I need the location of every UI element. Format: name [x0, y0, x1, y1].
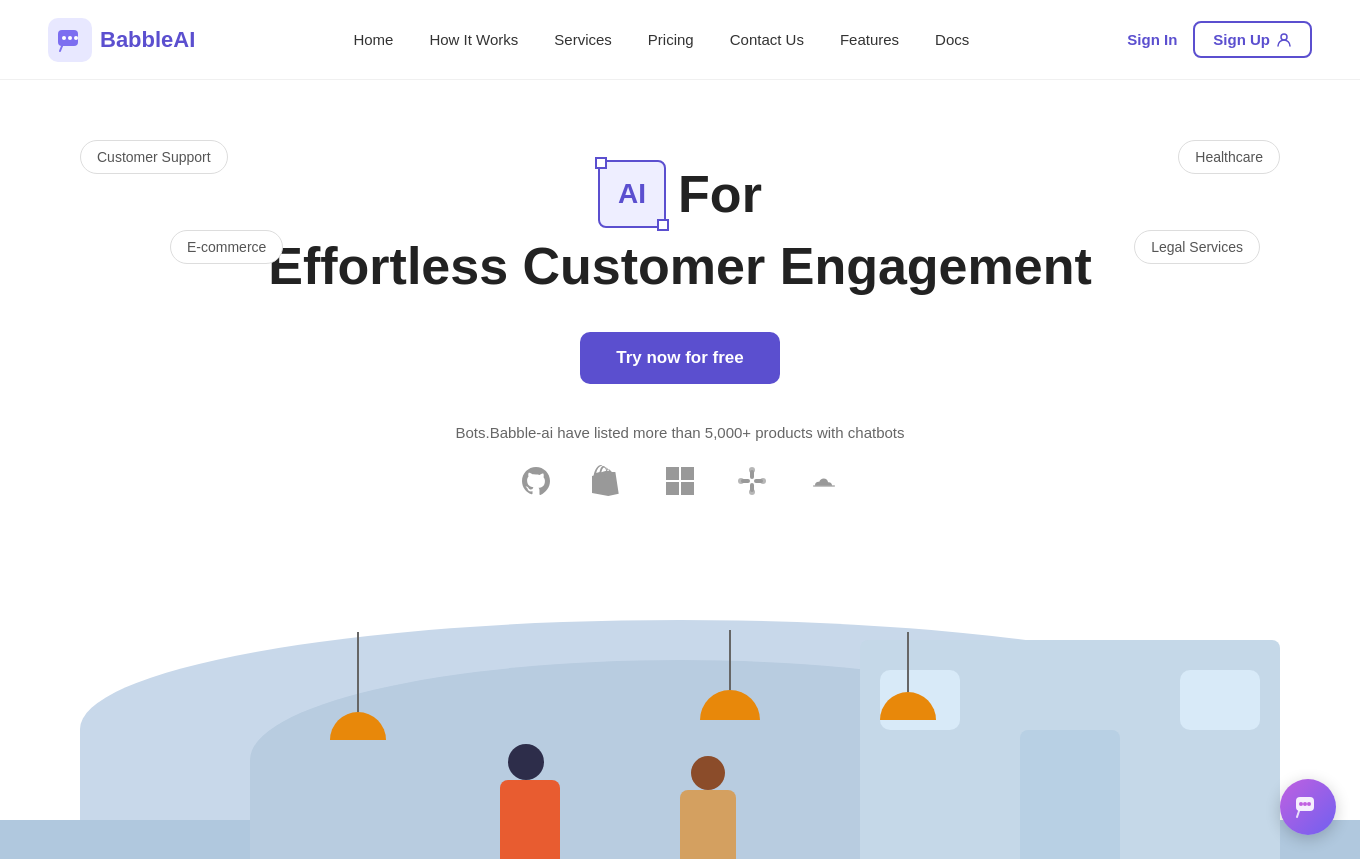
chatbot-fab[interactable] — [1280, 779, 1336, 835]
svg-point-17 — [749, 467, 755, 473]
hero-heading: AI For — [48, 160, 1312, 228]
door-arch — [1020, 730, 1120, 859]
svg-point-2 — [68, 36, 72, 40]
tag-legal-services[interactable]: Legal Services — [1134, 230, 1260, 264]
person-1-head — [508, 744, 544, 780]
person-2-head — [691, 756, 725, 790]
nav-services[interactable]: Services — [554, 31, 612, 48]
cta-button[interactable]: Try now for free — [580, 332, 780, 384]
window-2 — [1180, 670, 1260, 730]
svg-point-4 — [1281, 34, 1287, 40]
logo-text: BabbleAI — [100, 27, 195, 53]
illustration-section — [0, 580, 1360, 859]
svg-rect-10 — [681, 482, 694, 495]
wire-2 — [729, 630, 731, 690]
shade-2 — [700, 690, 760, 720]
cloudflare-logo — [808, 465, 840, 504]
svg-rect-9 — [666, 482, 679, 495]
svg-rect-8 — [681, 467, 694, 480]
pendant-3 — [880, 632, 936, 720]
shopify-logo — [592, 465, 624, 504]
partner-logos — [48, 465, 1312, 504]
sign-in-button[interactable]: Sign In — [1127, 31, 1177, 48]
shade-1 — [330, 712, 386, 740]
hero-section: Customer Support E-commerce Healthcare L… — [0, 80, 1360, 600]
microsoft-logo — [664, 465, 696, 504]
wire-1 — [357, 632, 359, 712]
nav-how-it-works[interactable]: How It Works — [429, 31, 518, 48]
svg-point-3 — [74, 36, 78, 40]
logo[interactable]: BabbleAI — [48, 18, 195, 62]
for-text: For — [678, 164, 762, 224]
pendant-2 — [700, 630, 760, 720]
tag-customer-support[interactable]: Customer Support — [80, 140, 228, 174]
person-2 — [680, 756, 736, 859]
user-icon — [1276, 32, 1292, 48]
svg-point-1 — [62, 36, 66, 40]
svg-point-20 — [1299, 802, 1303, 806]
svg-point-15 — [738, 478, 744, 484]
logo-icon — [48, 18, 92, 62]
github-logo — [520, 465, 552, 504]
nav-docs[interactable]: Docs — [935, 31, 969, 48]
person-2-body — [680, 790, 736, 859]
person-1-body — [500, 780, 560, 859]
nav-features[interactable]: Features — [840, 31, 899, 48]
navbar: BabbleAI Home How It Works Services Pric… — [0, 0, 1360, 80]
nav-home[interactable]: Home — [353, 31, 393, 48]
svg-rect-5 — [600, 477, 616, 491]
svg-point-21 — [1303, 802, 1307, 806]
svg-rect-6 — [604, 474, 612, 478]
person-1 — [500, 744, 560, 859]
partner-text: Bots.Babble-ai have listed more than 5,0… — [48, 424, 1312, 441]
svg-point-18 — [749, 489, 755, 495]
svg-point-16 — [760, 478, 766, 484]
sign-up-button[interactable]: Sign Up — [1193, 21, 1312, 58]
wire-3 — [907, 632, 909, 692]
slack-logo — [736, 465, 768, 504]
tag-ecommerce[interactable]: E-commerce — [170, 230, 283, 264]
svg-rect-7 — [666, 467, 679, 480]
shade-3 — [880, 692, 936, 720]
ai-badge: AI — [598, 160, 666, 228]
nav-contact-us[interactable]: Contact Us — [730, 31, 804, 48]
nav-pricing[interactable]: Pricing — [648, 31, 694, 48]
svg-point-22 — [1307, 802, 1311, 806]
pendant-1 — [330, 632, 386, 740]
nav-links: Home How It Works Services Pricing Conta… — [353, 31, 969, 48]
tag-healthcare[interactable]: Healthcare — [1178, 140, 1280, 174]
nav-actions: Sign In Sign Up — [1127, 21, 1312, 58]
